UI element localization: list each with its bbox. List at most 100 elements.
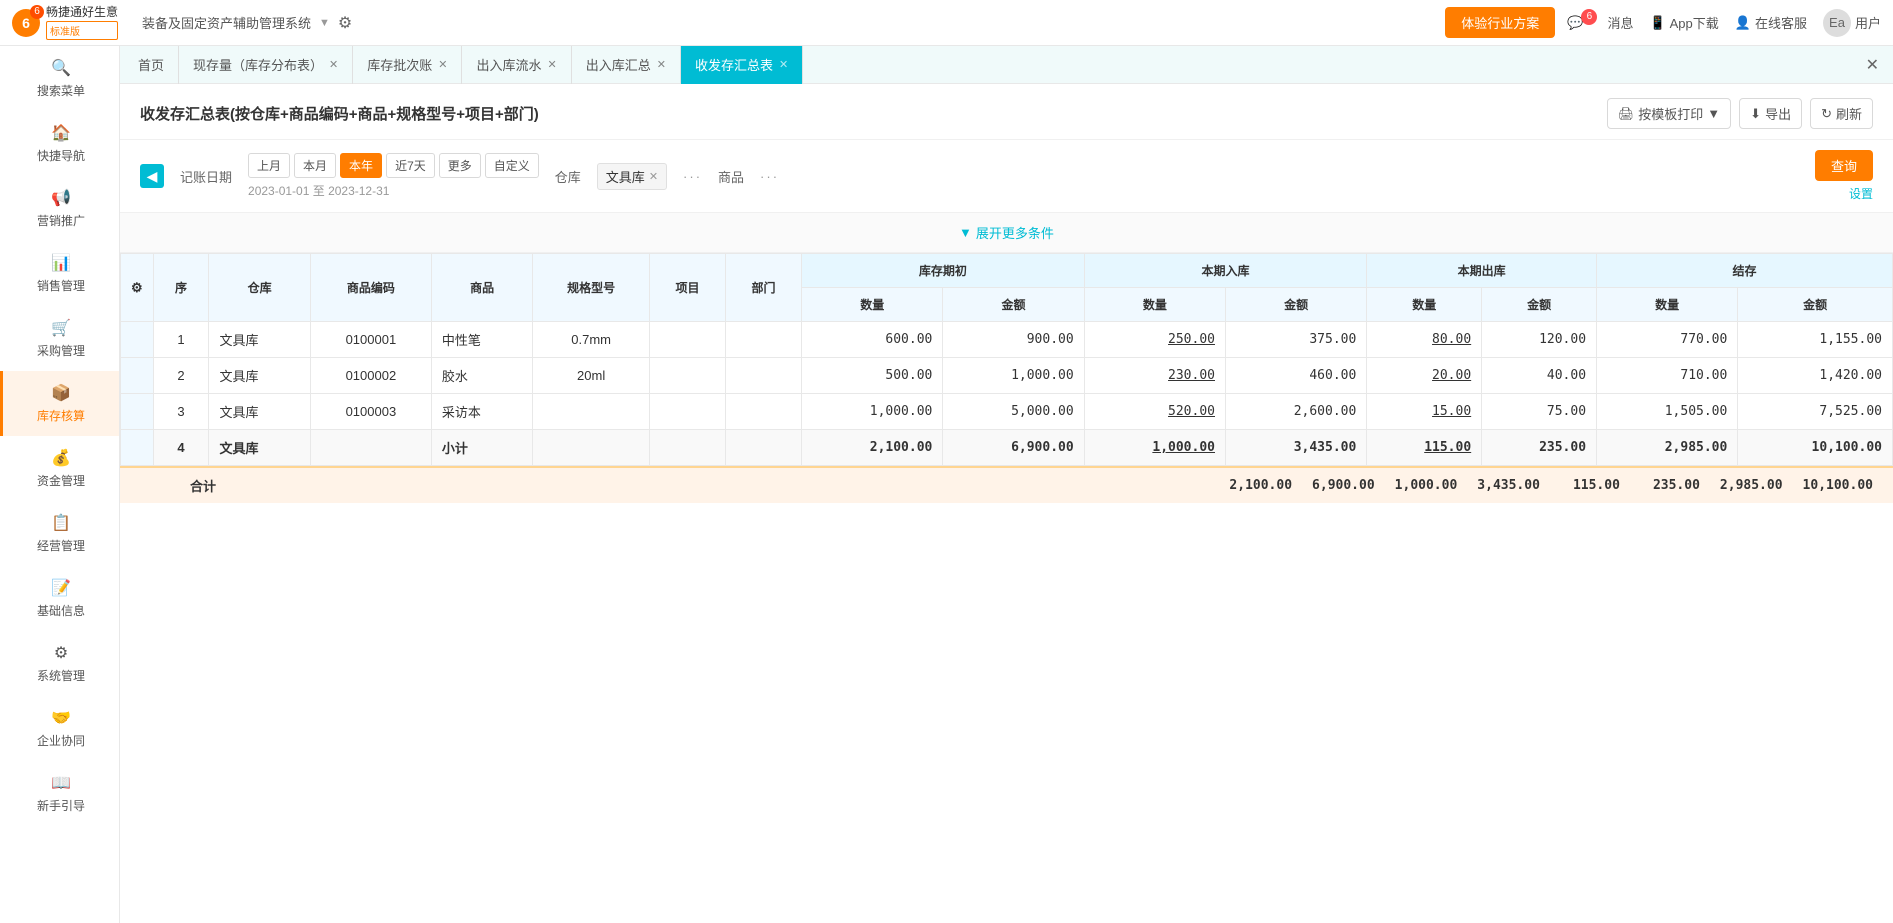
tab-batch-close[interactable]: ✕	[438, 58, 447, 71]
purchase-icon: 🛒	[51, 318, 71, 338]
tab-inventory-dist[interactable]: 现存量（库存分布表） ✕	[179, 46, 353, 84]
tab-inout-flow-label: 出入库流水	[476, 55, 541, 74]
row-in-qty[interactable]: 1,000.00	[1084, 430, 1225, 466]
warehouse-label: 仓库	[555, 167, 581, 186]
col-out-qty-header: 数量	[1367, 288, 1482, 322]
home-icon: 🏠	[51, 123, 71, 143]
row-opening-qty: 500.00	[802, 358, 943, 394]
sidebar-item-marketing[interactable]: 📢 营销推广	[0, 176, 119, 241]
tab-stock-summary-label: 收发存汇总表	[695, 55, 773, 74]
warehouse-tag-close[interactable]: ✕	[649, 170, 658, 183]
logo-area: 6 6 畅捷通好生意 标准版	[12, 5, 130, 40]
sidebar-item-enterprise[interactable]: 🤝 企业协同	[0, 696, 119, 761]
system-name-text: 装备及固定资产辅助管理系统	[142, 13, 311, 32]
date-btn-7days[interactable]: 近7天	[386, 153, 435, 178]
row-out-qty[interactable]: 80.00	[1367, 322, 1482, 358]
row-in-qty[interactable]: 520.00	[1084, 394, 1225, 430]
row-in-qty[interactable]: 250.00	[1084, 322, 1225, 358]
sidebar-item-operations[interactable]: 📋 经营管理	[0, 501, 119, 566]
row-balance-qty: 770.00	[1597, 322, 1738, 358]
tab-inout-summary[interactable]: 出入库汇总 ✕	[572, 46, 681, 84]
col-settings-header[interactable]: ⚙	[121, 254, 154, 322]
col-no-header: 序	[153, 254, 209, 322]
filter-collapse-btn[interactable]: ◀	[140, 164, 164, 188]
date-btn-this-month[interactable]: 本月	[294, 153, 336, 178]
sidebar-item-finance[interactable]: 💰 资金管理	[0, 436, 119, 501]
sidebar-item-guide[interactable]: 📖 新手引导	[0, 761, 119, 826]
top-header: 6 6 畅捷通好生意 标准版 装备及固定资产辅助管理系统 ▼ ⚙ 体验行业方案 …	[0, 0, 1893, 46]
operations-icon: 📋	[51, 513, 71, 533]
expand-more-btn[interactable]: ▼ 展开更多条件	[959, 219, 1054, 246]
row-opening-amount: 1,000.00	[943, 358, 1084, 394]
date-btn-this-year[interactable]: 本年	[340, 153, 382, 178]
goods-dots[interactable]: ···	[760, 169, 779, 184]
tab-inout-flow[interactable]: 出入库流水 ✕	[462, 46, 571, 84]
row-settings	[121, 430, 154, 466]
tab-home[interactable]: 首页	[124, 46, 179, 84]
row-balance-amount: 10,100.00	[1738, 430, 1893, 466]
table-wrap: ⚙ 序 仓库 商品编码 商品 规格型号 项目 部门 库存期初 本期入库	[120, 253, 1893, 466]
row-warehouse: 文具库	[209, 430, 310, 466]
sidebar-item-system[interactable]: ⚙ 系统管理	[0, 631, 119, 696]
system-settings-btn[interactable]: ⚙	[338, 13, 352, 33]
sidebar-item-purchase[interactable]: 🛒 采购管理	[0, 306, 119, 371]
row-settings	[121, 394, 154, 430]
footer-balance-qty: 2,985.00	[1710, 478, 1793, 493]
sidebar-item-search[interactable]: 🔍 搜索菜单	[0, 46, 119, 111]
query-btn[interactable]: 查询	[1815, 150, 1873, 181]
sales-icon: 📊	[51, 253, 71, 273]
row-warehouse: 文具库	[209, 358, 310, 394]
date-range-btns: 上月 本月 本年 近7天 更多 自定义	[248, 153, 539, 178]
row-warehouse: 文具库	[209, 394, 310, 430]
row-no: 1	[153, 322, 209, 358]
tab-inventory-dist-close[interactable]: ✕	[329, 58, 338, 71]
online-service-item[interactable]: 👤 在线客服	[1735, 13, 1807, 32]
row-out-qty[interactable]: 115.00	[1367, 430, 1482, 466]
tab-inout-flow-close[interactable]: ✕	[548, 58, 557, 71]
row-opening-qty: 600.00	[802, 322, 943, 358]
app-download-item[interactable]: 📱 App下载	[1649, 13, 1718, 32]
sidebar-label-sales: 销售管理	[37, 277, 85, 294]
sidebar-item-sales[interactable]: 📊 销售管理	[0, 241, 119, 306]
row-balance-amount: 1,420.00	[1738, 358, 1893, 394]
table-row: 2文具库0100002胶水20ml500.001,000.00230.00460…	[121, 358, 1893, 394]
sidebar: 🔍 搜索菜单 🏠 快捷导航 📢 营销推广 📊 销售管理 🛒 采购管理 📦 库存核…	[0, 46, 120, 923]
page-content: 收发存汇总表(按仓库+商品编码+商品+规格型号+项目+部门) 🖨 按模板打印 ▼…	[120, 84, 1893, 923]
date-btn-custom[interactable]: 自定义	[485, 153, 539, 178]
trial-button[interactable]: 体验行业方案	[1445, 7, 1555, 38]
col-group-in-header: 本期入库	[1084, 254, 1367, 288]
notification-item[interactable]: 💬 6 消息	[1567, 13, 1633, 32]
warehouse-dots[interactable]: ···	[683, 169, 702, 184]
tab-batch[interactable]: 库存批次账 ✕	[353, 46, 462, 84]
row-out-qty[interactable]: 20.00	[1367, 358, 1482, 394]
sidebar-item-quick-nav[interactable]: 🏠 快捷导航	[0, 111, 119, 176]
finance-icon: 💰	[51, 448, 71, 468]
export-btn[interactable]: ⬇ 导出	[1739, 98, 1802, 129]
export-icon: ⬇	[1750, 106, 1761, 122]
sidebar-item-inventory[interactable]: 📦 库存核算	[0, 371, 119, 436]
row-project	[649, 394, 725, 430]
row-goods-spec: 20ml	[533, 358, 650, 394]
tab-stock-summary[interactable]: 收发存汇总表 ✕	[681, 46, 803, 84]
row-goods-code: 0100001	[310, 322, 431, 358]
setting-link[interactable]: 设置	[1849, 185, 1873, 202]
row-goods-spec	[533, 394, 650, 430]
date-btn-more[interactable]: 更多	[439, 153, 481, 178]
date-btn-prev-month[interactable]: 上月	[248, 153, 290, 178]
top-right-area: 💬 6 消息 📱 App下载 👤 在线客服 Ea 用户	[1567, 9, 1881, 37]
refresh-btn[interactable]: ↻ 刷新	[1810, 98, 1873, 129]
tab-stock-summary-close[interactable]: ✕	[779, 58, 788, 71]
page-actions: 🖨 按模板打印 ▼ ⬇ 导出 ↻ 刷新	[1607, 98, 1873, 129]
tab-inout-summary-close[interactable]: ✕	[657, 58, 666, 71]
print-btn[interactable]: 🖨 按模板打印 ▼	[1607, 98, 1731, 129]
sidebar-item-basic-info[interactable]: 📝 基础信息	[0, 566, 119, 631]
row-in-qty[interactable]: 230.00	[1084, 358, 1225, 394]
col-in-qty-header: 数量	[1084, 288, 1225, 322]
row-out-qty[interactable]: 15.00	[1367, 394, 1482, 430]
print-icon: 🖨	[1618, 106, 1635, 122]
expand-icon: ▼	[959, 225, 972, 240]
page-header: 收发存汇总表(按仓库+商品编码+商品+规格型号+项目+部门) 🖨 按模板打印 ▼…	[120, 84, 1893, 140]
user-item[interactable]: Ea 用户	[1823, 9, 1881, 37]
tab-close-all-btn[interactable]: ✕	[1856, 55, 1889, 75]
system-dropdown-btn[interactable]: ▼	[319, 17, 330, 29]
